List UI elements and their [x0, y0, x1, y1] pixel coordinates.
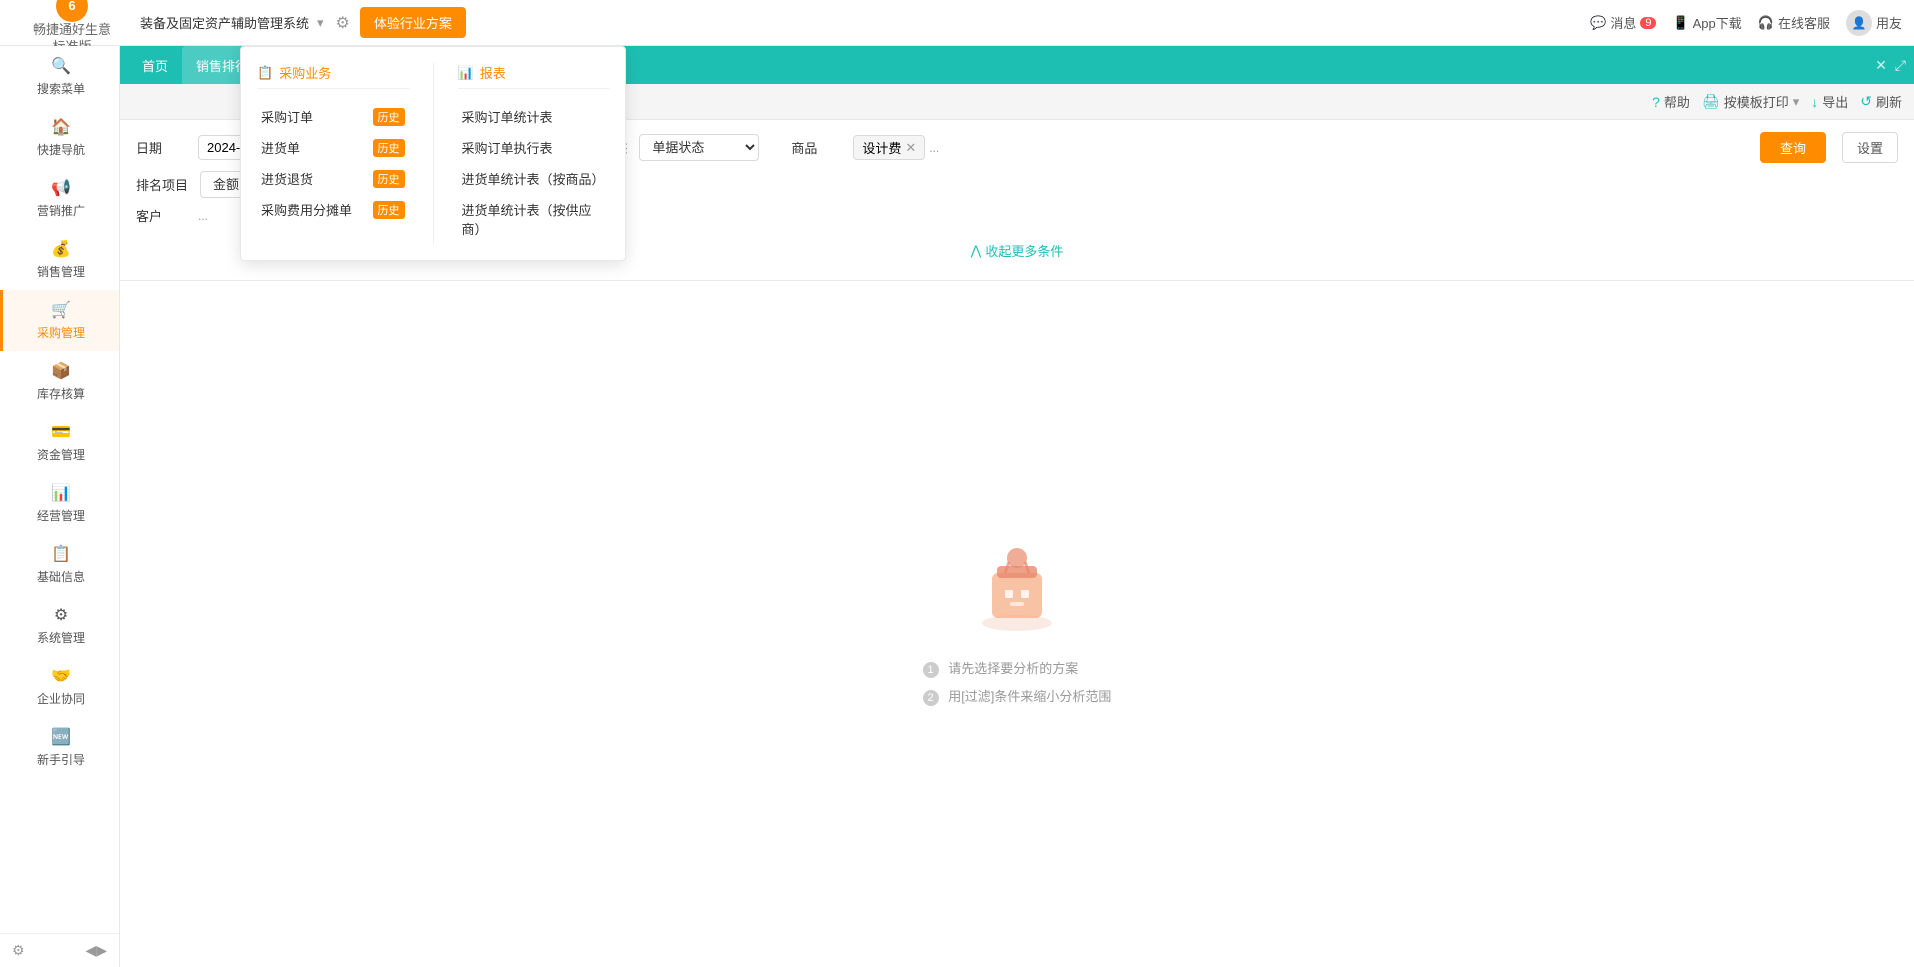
product-tag: 设计费 ✕: [853, 135, 925, 160]
doc-status-select[interactable]: 单据状态: [639, 134, 759, 161]
product-tag-close[interactable]: ✕: [905, 140, 916, 156]
purchase-menu-section: 📋 采购业务 采购订单 历史 进货单 历史 进货退货 历史 采购费用分摊单: [257, 63, 409, 244]
sidebar-item-search[interactable]: 🔍 搜索菜单: [0, 46, 119, 107]
purchase-section-title: 📋 采购业务: [257, 63, 409, 89]
finance-icon: 💳: [51, 422, 71, 442]
report-menu-section: 📊 报表 采购订单统计表 采购订单执行表 进货单统计表（按商品） 进货单统计表（…: [458, 63, 610, 244]
industry-btn[interactable]: 体验行业方案: [360, 7, 466, 38]
report-section-title: 📊 报表: [458, 63, 610, 89]
report-section-icon: 📊: [458, 65, 474, 81]
system-title: 装备及固定资产辅助管理系统 ▾ ⚙: [140, 13, 350, 33]
message-icon: 💬: [1590, 15, 1606, 31]
main-layout: 🔍 搜索菜单 🏠 快捷导航 📢 营销推广 💰 销售管理 🛒 采购管理 📦 库存核…: [0, 46, 1914, 967]
cooperation-icon: 🤝: [51, 666, 71, 686]
sidebar-item-operation[interactable]: 📊 经营管理: [0, 473, 119, 534]
help-btn[interactable]: ? 帮助: [1652, 92, 1690, 111]
print-icon: 🖨: [1702, 93, 1720, 110]
sidebar-bottom: ⚙ ◀▶: [0, 933, 119, 967]
sidebar-item-finance[interactable]: 💳 资金管理: [0, 412, 119, 473]
empty-text: 1 请先选择要分析的方案 2 用[过滤]条件来缩小分析范围: [923, 654, 1112, 710]
empty-state: 1 请先选择要分析的方案 2 用[过滤]条件来缩小分析范围: [120, 281, 1914, 967]
app-download-item[interactable]: 📱 App下载: [1672, 13, 1741, 32]
tab-home[interactable]: 首页: [128, 46, 182, 84]
sidebar-item-basic[interactable]: 📋 基础信息: [0, 534, 119, 595]
home-icon: 🏠: [51, 117, 71, 137]
purchase-dropdown-menu: 📋 采购业务 采购订单 历史 进货单 历史 进货退货 历史 采购费用分摊单: [240, 46, 626, 261]
settings-icon[interactable]: ⚙: [336, 13, 350, 33]
sidebar-item-quick-nav[interactable]: 🏠 快捷导航: [0, 107, 119, 168]
sidebar-item-cooperation[interactable]: 🤝 企业协同: [0, 656, 119, 717]
export-icon: ↓: [1811, 94, 1818, 110]
system-icon: ⚙: [54, 605, 68, 625]
help-icon: ?: [1652, 94, 1660, 110]
product-more[interactable]: ...: [929, 141, 939, 155]
sidebar: 🔍 搜索菜单 🏠 快捷导航 📢 营销推广 💰 销售管理 🛒 采购管理 📦 库存核…: [0, 46, 120, 967]
sidebar-item-marketing[interactable]: 📢 营销推广: [0, 168, 119, 229]
phone-icon: 📱: [1672, 15, 1688, 31]
menu-item-purchase-order[interactable]: 采购订单 历史: [257, 101, 409, 132]
print-dropdown-icon: ▾: [1793, 94, 1800, 110]
export-btn[interactable]: ↓ 导出: [1811, 92, 1848, 111]
message-item[interactable]: 💬 消息 9: [1590, 13, 1656, 32]
inventory-icon: 📦: [51, 361, 71, 381]
sidebar-item-guide[interactable]: 🆕 新手引导: [0, 717, 119, 778]
menu-separator: [433, 63, 434, 244]
sidebar-item-sales[interactable]: 💰 销售管理: [0, 229, 119, 290]
sidebar-item-inventory[interactable]: 📦 库存核算: [0, 351, 119, 412]
tabs-right: ✕ ⤢: [1875, 57, 1906, 74]
settings-bottom-icon[interactable]: ⚙: [12, 942, 25, 959]
menu-item-purchase-expense[interactable]: 采购费用分摊单 历史: [257, 194, 409, 225]
content-area: 首页 销售排行榜 ✕ ✕ ⤢ ? 帮助 🖨 按模板打印 ▾ ↓: [120, 46, 1914, 967]
collapse-sidebar-icon[interactable]: ◀▶: [85, 942, 107, 959]
logo-icon: 6: [56, 0, 88, 22]
menu-item-order-stats[interactable]: 采购订单统计表: [458, 101, 610, 132]
close-all-tabs-icon[interactable]: ✕: [1875, 57, 1887, 74]
empty-illustration: [967, 538, 1067, 638]
operation-icon: 📊: [51, 483, 71, 503]
menu-item-stock-return[interactable]: 进货退货 历史: [257, 163, 409, 194]
system-dropdown-icon[interactable]: ▾: [317, 15, 324, 31]
guide-icon: 🆕: [51, 727, 71, 747]
collapse-up-icon: ⋀: [971, 243, 982, 259]
purchase-icon: 🛒: [51, 300, 71, 320]
header-right: 💬 消息 9 📱 App下载 🎧 在线客服 👤 用友: [1590, 10, 1902, 36]
online-service-item[interactable]: 🎧 在线客服: [1758, 13, 1830, 32]
menu-item-stock-in[interactable]: 进货单 历史: [257, 132, 409, 163]
header-middle: 体验行业方案: [360, 7, 1590, 38]
basic-icon: 📋: [51, 544, 71, 564]
search-icon: 🔍: [51, 56, 71, 76]
menu-item-order-exec[interactable]: 采购订单执行表: [458, 132, 610, 163]
user-avatar: 👤: [1846, 10, 1872, 36]
menu-item-stock-stats-product[interactable]: 进货单统计表（按商品）: [458, 163, 610, 194]
sidebar-item-purchase[interactable]: 🛒 采购管理: [0, 290, 119, 351]
sidebar-item-system[interactable]: ⚙ 系统管理: [0, 595, 119, 656]
customer-more[interactable]: ...: [198, 209, 208, 223]
sales-icon: 💰: [51, 239, 71, 259]
purchase-section-icon: 📋: [257, 65, 273, 81]
print-btn[interactable]: 🖨 按模板打印 ▾: [1702, 92, 1799, 111]
marketing-icon: 📢: [51, 178, 71, 198]
user-item[interactable]: 👤 用友: [1846, 10, 1902, 36]
menu-item-stock-stats-supplier[interactable]: 进货单统计表（按供应商）: [458, 194, 610, 244]
setting-button[interactable]: 设置: [1842, 132, 1898, 163]
query-button[interactable]: 查询: [1760, 132, 1826, 163]
refresh-icon: ↺: [1860, 93, 1872, 110]
product-filter: 设计费 ✕ ...: [853, 135, 939, 160]
refresh-btn[interactable]: ↺ 刷新: [1860, 92, 1902, 111]
headset-icon: 🎧: [1758, 15, 1774, 31]
top-header: 6 畅捷通好生意 标准版 装备及固定资产辅助管理系统 ▾ ⚙ 体验行业方案 💬 …: [0, 0, 1914, 46]
expand-tab-icon[interactable]: ⤢: [1895, 57, 1906, 74]
